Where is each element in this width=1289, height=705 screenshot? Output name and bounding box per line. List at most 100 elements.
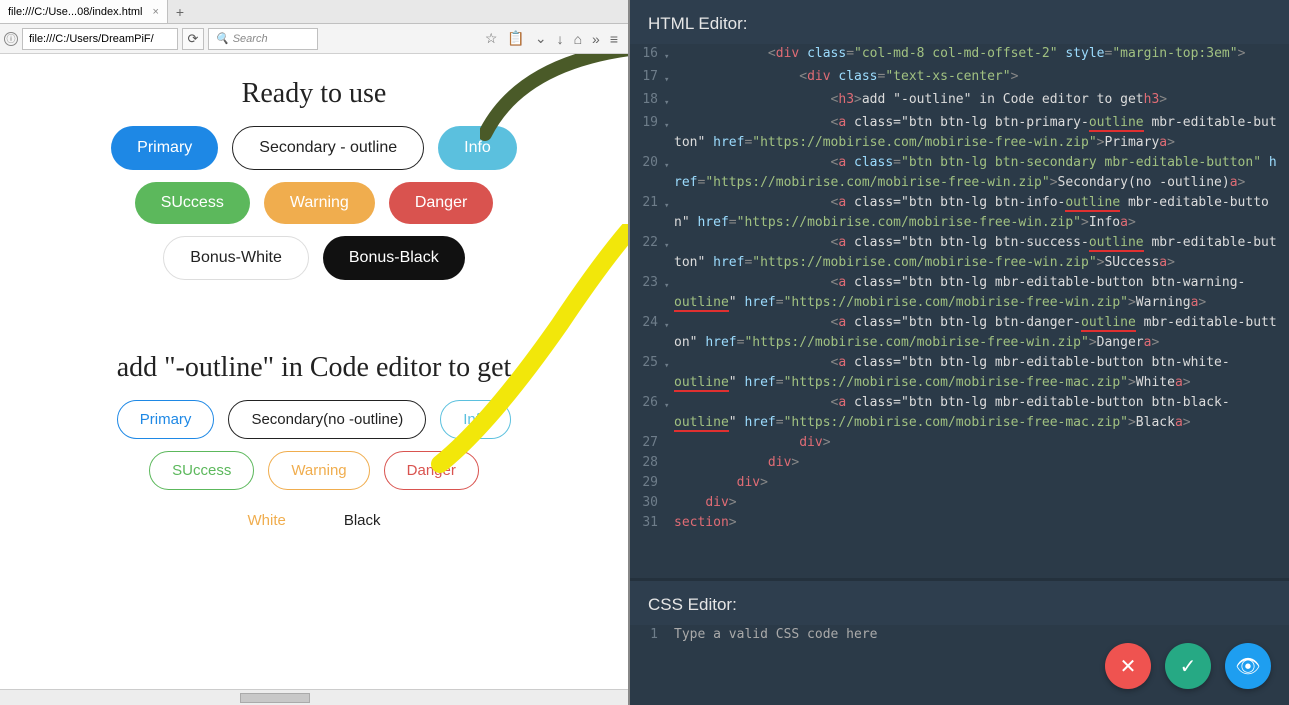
code-line[interactable]: 24▾ <a class="btn btn-lg btn-danger-outl… [630, 313, 1289, 353]
line-number: 22 [630, 233, 664, 253]
code-editor-pane: HTML Editor: 16▾ <div class="col-md-8 co… [630, 0, 1289, 705]
line-number: 20 [630, 153, 664, 173]
search-box[interactable]: 🔍 Search [208, 28, 318, 50]
fold-icon[interactable] [664, 473, 674, 476]
fold-icon[interactable]: ▾ [664, 273, 674, 296]
html-editor[interactable]: 16▾ <div class="col-md-8 col-md-offset-2… [630, 44, 1289, 578]
fold-icon[interactable]: ▾ [664, 353, 674, 376]
btn-white-outline[interactable]: White [225, 502, 307, 539]
reload-button[interactable]: ⟳ [182, 28, 204, 50]
code-content: <a class="btn btn-lg mbr-editable-button… [674, 273, 1289, 313]
pocket-icon[interactable]: ⌄ [535, 30, 547, 47]
btn-danger[interactable]: Danger [389, 182, 493, 224]
code-line[interactable]: 23▾ <a class="btn btn-lg mbr-editable-bu… [630, 273, 1289, 313]
bookmark-icon[interactable]: ☆ [485, 30, 498, 47]
line-number: 24 [630, 313, 664, 333]
url-bar: ⓘ ⟳ 🔍 Search ☆ 📋 ⌄ ↓ ⌂ » ≡ [0, 24, 628, 54]
line-number: 30 [630, 493, 664, 513]
code-content: div> [674, 493, 1289, 513]
fold-icon[interactable] [664, 453, 674, 456]
code-line[interactable]: 25▾ <a class="btn btn-lg mbr-editable-bu… [630, 353, 1289, 393]
downloads-icon[interactable]: ↓ [557, 31, 564, 47]
code-content: <a class="btn btn-lg mbr-editable-button… [674, 353, 1289, 393]
line-number: 23 [630, 273, 664, 293]
btn-danger-outline[interactable]: Danger [384, 451, 479, 490]
line-number: 25 [630, 353, 664, 373]
browser-window: file:///C:/Use...08/index.html × + ⓘ ⟳ 🔍… [0, 0, 630, 705]
fold-icon[interactable]: ▾ [664, 393, 674, 416]
code-content: <a class="btn btn-lg btn-secondary mbr-e… [674, 153, 1289, 193]
code-line[interactable]: 17▾ <div class="text-xs-center"> [630, 67, 1289, 90]
code-line[interactable]: 22▾ <a class="btn btn-lg btn-success-out… [630, 233, 1289, 273]
code-line[interactable]: 28 div> [630, 453, 1289, 473]
code-line[interactable]: 29 div> [630, 473, 1289, 493]
line-number: 19 [630, 113, 664, 133]
fold-icon[interactable]: ▾ [664, 44, 674, 67]
code-content: <a class="btn btn-lg btn-info-outline mb… [674, 193, 1289, 233]
fold-icon[interactable]: ▾ [664, 313, 674, 336]
home-icon[interactable]: ⌂ [574, 31, 582, 47]
heading-outline: add "-outline" in Code editor to get [30, 352, 598, 384]
code-line[interactable]: 27 div> [630, 433, 1289, 453]
page-content: Ready to use Primary Secondary - outline… [0, 54, 628, 689]
css-placeholder: Type a valid CSS code here [674, 625, 1289, 645]
browser-tab[interactable]: file:///C:/Use...08/index.html × [0, 0, 168, 23]
btn-success[interactable]: SUccess [135, 182, 250, 224]
code-line[interactable]: 31 section> [630, 513, 1289, 533]
line-number: 21 [630, 193, 664, 213]
fold-icon[interactable]: ▾ [664, 67, 674, 90]
btn-info-outline[interactable]: Info [440, 400, 511, 439]
code-line[interactable]: 20▾ <a class="btn btn-lg btn-secondary m… [630, 153, 1289, 193]
heading-ready: Ready to use [30, 78, 598, 110]
btn-primary[interactable]: Primary [111, 126, 218, 170]
fold-icon[interactable]: ▾ [664, 113, 674, 136]
fold-icon[interactable]: ▾ [664, 233, 674, 256]
new-tab-button[interactable]: + [168, 0, 192, 23]
btn-warning[interactable]: Warning [264, 182, 375, 224]
fold-icon[interactable] [664, 493, 674, 496]
horizontal-scrollbar[interactable] [0, 689, 628, 705]
menu-icon[interactable]: ≡ [610, 31, 618, 47]
btn-bonus-white[interactable]: Bonus-White [163, 236, 309, 280]
preview-button[interactable]: 👁 [1225, 643, 1271, 689]
code-line[interactable]: 30 div> [630, 493, 1289, 513]
code-line[interactable]: 21▾ <a class="btn btn-lg btn-info-outlin… [630, 193, 1289, 233]
btn-primary-outline[interactable]: Primary [117, 400, 215, 439]
code-content: div> [674, 453, 1289, 473]
scrollbar-thumb[interactable] [240, 693, 310, 703]
code-line[interactable]: 18▾ <h3>add "-outline" in Code editor to… [630, 90, 1289, 113]
overflow-icon[interactable]: » [592, 31, 600, 47]
line-number: 17 [630, 67, 664, 87]
code-content: <div class="col-md-8 col-md-offset-2" st… [674, 44, 1289, 64]
line-number: 27 [630, 433, 664, 453]
line-number: 31 [630, 513, 664, 533]
fold-icon[interactable]: ▾ [664, 153, 674, 176]
accept-button[interactable]: ✓ [1165, 643, 1211, 689]
fold-icon[interactable]: ▾ [664, 193, 674, 216]
css-editor-title: CSS Editor: [630, 581, 1289, 625]
clipboard-icon[interactable]: 📋 [507, 30, 524, 47]
tab-title: file:///C:/Use...08/index.html [8, 6, 143, 18]
btn-black-outline[interactable]: Black [322, 502, 403, 539]
code-content: section> [674, 513, 1289, 533]
btn-secondary-outline[interactable]: Secondary - outline [232, 126, 424, 170]
fold-icon[interactable]: ▾ [664, 90, 674, 113]
close-tab-icon[interactable]: × [153, 6, 159, 18]
code-line[interactable]: 16▾ <div class="col-md-8 col-md-offset-2… [630, 44, 1289, 67]
btn-info[interactable]: Info [438, 126, 517, 170]
address-input[interactable] [22, 28, 178, 50]
site-info-icon[interactable]: ⓘ [4, 32, 18, 46]
code-content: div> [674, 433, 1289, 453]
btn-secondary-no-outline[interactable]: Secondary(no -outline) [228, 400, 426, 439]
cancel-button[interactable]: ✕ [1105, 643, 1151, 689]
code-line[interactable]: 19▾ <a class="btn btn-lg btn-primary-out… [630, 113, 1289, 153]
code-content: <div class="text-xs-center"> [674, 67, 1289, 87]
fold-icon[interactable] [664, 513, 674, 516]
code-line[interactable]: 26▾ <a class="btn btn-lg mbr-editable-bu… [630, 393, 1289, 433]
code-content: <a class="btn btn-lg btn-success-outline… [674, 233, 1289, 273]
btn-bonus-black[interactable]: Bonus-Black [323, 236, 465, 280]
btn-warning-outline[interactable]: Warning [268, 451, 369, 490]
line-number: 1 [630, 625, 664, 645]
btn-success-outline[interactable]: SUccess [149, 451, 254, 490]
fold-icon[interactable] [664, 433, 674, 436]
